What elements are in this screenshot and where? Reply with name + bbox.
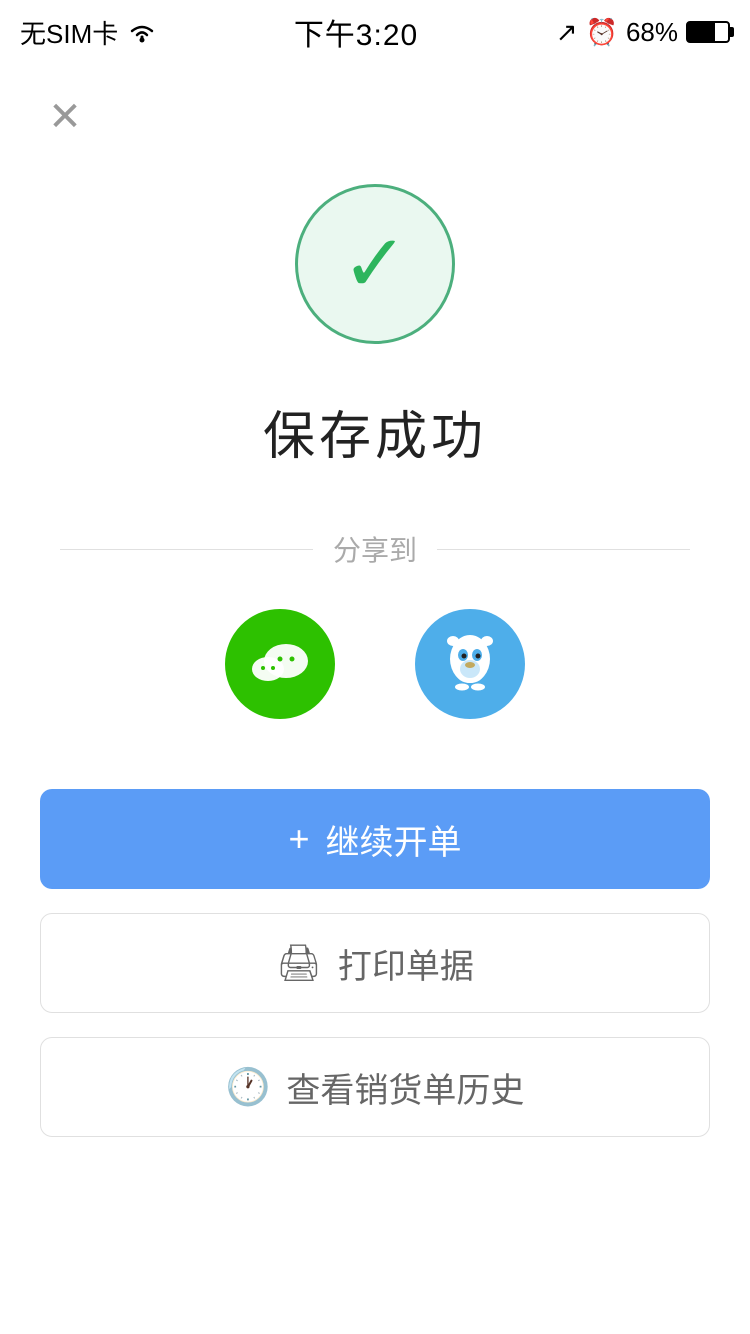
print-label: 打印单据 bbox=[338, 939, 474, 988]
success-area: ✓ 保存成功 bbox=[263, 184, 487, 469]
continue-label: 继续开单 bbox=[326, 815, 462, 864]
share-icons-row bbox=[225, 609, 525, 719]
share-label: 分享到 bbox=[313, 529, 437, 569]
qq-icon bbox=[438, 629, 502, 699]
success-title: 保存成功 bbox=[263, 394, 487, 469]
history-icon: 🕐 bbox=[226, 1069, 271, 1105]
print-button[interactable]: 🖨 打印单据 bbox=[40, 913, 710, 1013]
main-content: ✕ ✓ 保存成功 分享到 bbox=[0, 64, 750, 1334]
divider-left bbox=[60, 549, 313, 550]
actions-area: + 继续开单 🖨 打印单据 🕐 查看销货单历史 bbox=[0, 789, 750, 1137]
status-right: ↗ ⏰ 68% bbox=[556, 17, 730, 48]
share-divider-row: 分享到 bbox=[0, 529, 750, 569]
status-left: 无SIM卡 bbox=[20, 14, 156, 51]
wechat-icon bbox=[248, 637, 312, 691]
history-label: 查看销货单历史 bbox=[286, 1063, 524, 1112]
share-area: 分享到 bbox=[0, 529, 750, 779]
alarm-icon: ⏰ bbox=[586, 17, 618, 48]
divider-right bbox=[437, 549, 690, 550]
carrier-text: 无SIM卡 bbox=[20, 14, 118, 51]
location-icon: ↗ bbox=[556, 17, 578, 48]
close-icon: ✕ bbox=[48, 97, 82, 137]
wechat-share-button[interactable] bbox=[225, 609, 335, 719]
qq-share-button[interactable] bbox=[415, 609, 525, 719]
history-button[interactable]: 🕐 查看销货单历史 bbox=[40, 1037, 710, 1137]
battery-percent: 68% bbox=[626, 17, 678, 48]
plus-icon: + bbox=[288, 821, 309, 857]
status-bar: 无SIM卡 下午3:20 ↗ ⏰ 68% bbox=[0, 0, 750, 64]
status-time: 下午3:20 bbox=[294, 10, 418, 54]
close-button[interactable]: ✕ bbox=[40, 92, 90, 142]
continue-button[interactable]: + 继续开单 bbox=[40, 789, 710, 889]
success-circle: ✓ bbox=[295, 184, 455, 344]
print-icon: 🖨 bbox=[276, 945, 322, 981]
wifi-icon bbox=[128, 21, 156, 43]
checkmark-icon: ✓ bbox=[341, 224, 408, 304]
battery-icon bbox=[686, 21, 730, 43]
